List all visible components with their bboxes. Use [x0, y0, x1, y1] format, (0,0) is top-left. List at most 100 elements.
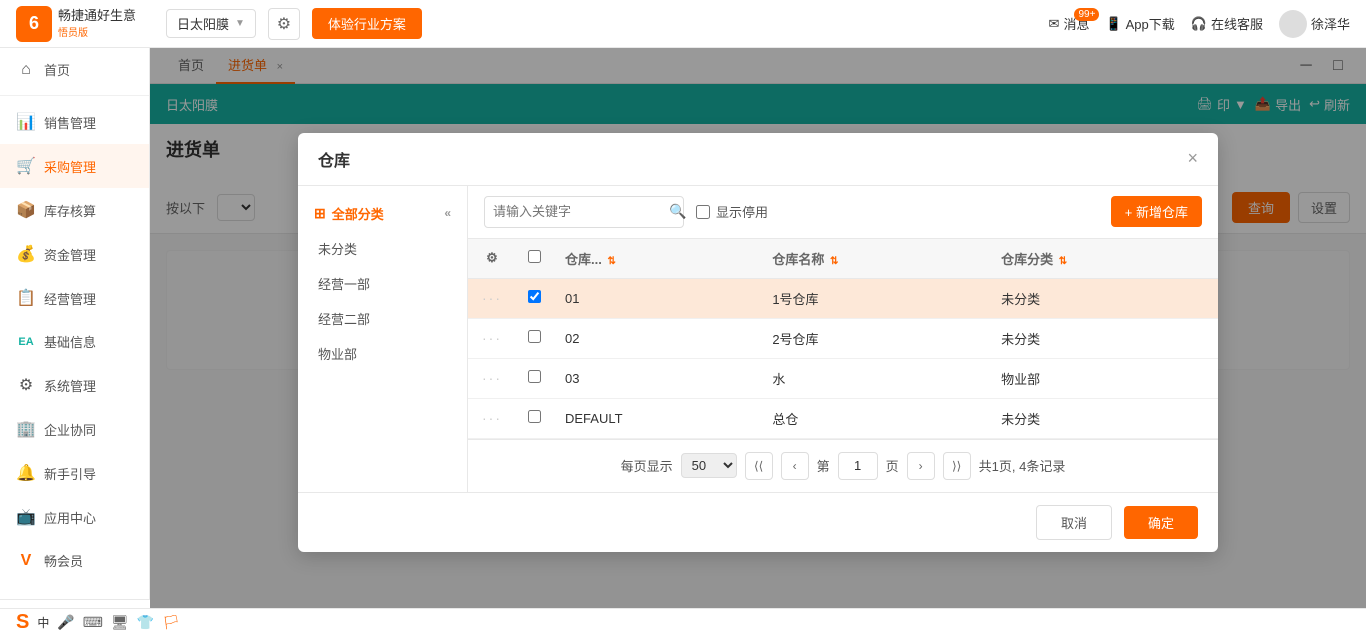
collapse-icon[interactable]: «: [444, 206, 451, 220]
modal-title: 仓库: [318, 147, 350, 171]
page-size-select[interactable]: 50 10 20 100: [681, 453, 737, 478]
table-row[interactable]: ··· 01 1号仓库 未分类: [468, 278, 1218, 318]
sidebar-item-member[interactable]: V 畅会员: [0, 539, 149, 582]
content-area: 首页 进货单 × ─ □ 日太阳膜 🖨 印 ▼ 📤: [150, 48, 1366, 636]
phone-icon: 📱: [1105, 16, 1121, 32]
cancel-button[interactable]: 取消: [1036, 505, 1112, 540]
show-disabled-label: 显示停用: [716, 202, 768, 221]
show-disabled-wrap: 显示停用: [696, 202, 768, 221]
sidebar-label-finance: 资金管理: [44, 245, 96, 264]
sidebar-item-appcenter[interactable]: 📺 应用中心: [0, 495, 149, 539]
sort-code-icon: ⇅: [607, 256, 615, 267]
trial-button[interactable]: 体验行业方案: [312, 8, 422, 39]
sidebar-item-basic[interactable]: EA 基础信息: [0, 320, 149, 363]
sidebar-item-finance[interactable]: 💰 资金管理: [0, 232, 149, 276]
operations-icon: 📋: [16, 288, 36, 308]
enterprise-icon: 🏢: [16, 419, 36, 439]
cat-ops2[interactable]: 经营二部: [298, 301, 467, 336]
first-page-button[interactable]: ⟨⟨: [745, 452, 773, 480]
page-info: 共1页, 4条记录: [979, 456, 1066, 475]
table-row[interactable]: ··· 03 水 物业部: [468, 358, 1218, 398]
search-input[interactable]: [493, 204, 669, 219]
chevron-down-icon: ▼: [235, 18, 245, 29]
td-name: 2号仓库: [760, 318, 989, 358]
main-layout: ⌂ 首页 📊 销售管理 🛒 采购管理 📦 库存核算 💰 资金管理 📋 经营管理 …: [0, 48, 1366, 636]
row-menu-icon[interactable]: ···: [482, 410, 502, 426]
logo-text: 畅捷通好生意: [58, 8, 136, 25]
member-icon: V: [16, 552, 36, 570]
bottom-logo-s: S: [16, 611, 29, 634]
show-disabled-checkbox[interactable]: [696, 205, 710, 219]
td-code: 02: [553, 318, 760, 358]
td-dots: ···: [468, 278, 516, 318]
row-menu-icon[interactable]: ···: [482, 370, 502, 386]
row-checkbox[interactable]: [528, 290, 541, 303]
message-icon: ✉: [1049, 16, 1060, 32]
logo-sub: 悟员版: [58, 24, 136, 39]
page-no-label: 第: [817, 456, 830, 475]
search-icon[interactable]: 🔍: [669, 203, 686, 220]
td-dots: ···: [468, 318, 516, 358]
pagination: 每页显示 50 10 20 100 ⟨⟨ ‹ 第 页: [468, 439, 1218, 492]
row-checkbox[interactable]: [528, 330, 541, 343]
user-menu[interactable]: 徐泽华: [1279, 10, 1350, 38]
th-code: 仓库... ⇅: [553, 239, 760, 279]
system-icon: ⚙: [16, 375, 36, 395]
td-name: 1号仓库: [760, 278, 989, 318]
online-service-button[interactable]: 🎧 在线客服: [1191, 14, 1263, 33]
row-checkbox[interactable]: [528, 370, 541, 383]
td-code: DEFAULT: [553, 398, 760, 438]
newguide-icon: 🔔: [16, 463, 36, 483]
sidebar-label-home: 首页: [44, 60, 70, 79]
table-row[interactable]: ··· DEFAULT 总仓 未分类: [468, 398, 1218, 438]
search-bar: 🔍 显示停用 + 新增仓库: [468, 186, 1218, 239]
next-page-button[interactable]: ›: [907, 452, 935, 480]
all-categories-label: 全部分类: [332, 204, 384, 223]
sidebar-item-enterprise[interactable]: 🏢 企业协同: [0, 407, 149, 451]
shirt-icon: 👕: [137, 614, 154, 631]
sidebar-item-system[interactable]: ⚙ 系统管理: [0, 363, 149, 407]
cat-property[interactable]: 物业部: [298, 336, 467, 371]
sidebar-item-operations[interactable]: 📋 经营管理: [0, 276, 149, 320]
row-menu-icon[interactable]: ···: [482, 330, 502, 346]
modal-close-button[interactable]: ×: [1187, 148, 1198, 169]
sidebar-item-sales[interactable]: 📊 销售管理: [0, 100, 149, 144]
last-page-button[interactable]: ⟩⟩: [943, 452, 971, 480]
all-categories-item[interactable]: ⊞ 全部分类 «: [298, 196, 467, 231]
sidebar-item-home[interactable]: ⌂ 首页: [0, 48, 149, 91]
mic-icon[interactable]: 🎤: [57, 614, 74, 631]
select-all-checkbox[interactable]: [528, 250, 541, 263]
store-selector[interactable]: 日太阳膜 ▼: [166, 9, 256, 38]
th-check: [516, 239, 553, 279]
sidebar-label-operations: 经营管理: [44, 289, 96, 308]
sidebar-label-appcenter: 应用中心: [44, 508, 96, 527]
page-number-input[interactable]: [838, 452, 878, 480]
th-settings: ⚙: [468, 239, 516, 279]
inventory-icon: 📦: [16, 200, 36, 220]
app-download-button[interactable]: 📱 App下载: [1105, 14, 1174, 33]
sidebar-item-newguide[interactable]: 🔔 新手引导: [0, 451, 149, 495]
header-right: ✉ 消息 99+ 📱 App下载 🎧 在线客服 徐泽华: [1049, 10, 1350, 38]
monitor-icon[interactable]: 🖥: [111, 614, 129, 631]
messages-badge: 99+: [1074, 8, 1099, 21]
settings-button[interactable]: ⚙: [268, 8, 300, 40]
sort-category-icon: ⇅: [1059, 256, 1067, 267]
header-center: 日太阳膜 ▼ ⚙ 体验行业方案: [166, 8, 1049, 40]
confirm-button[interactable]: 确定: [1124, 506, 1198, 539]
cat-ops1[interactable]: 经营一部: [298, 266, 467, 301]
row-checkbox[interactable]: [528, 410, 541, 423]
keyboard-icon[interactable]: ⌨: [83, 614, 103, 631]
td-category: 物业部: [989, 358, 1218, 398]
messages-button[interactable]: ✉ 消息 99+: [1049, 14, 1090, 33]
table-row[interactable]: ··· 02 2号仓库 未分类: [468, 318, 1218, 358]
sidebar-item-purchase[interactable]: 🛒 采购管理: [0, 144, 149, 188]
td-category: 未分类: [989, 278, 1218, 318]
prev-page-button[interactable]: ‹: [781, 452, 809, 480]
row-menu-icon[interactable]: ···: [482, 290, 502, 306]
cat-uncategorized[interactable]: 未分类: [298, 231, 467, 266]
sidebar-item-inventory[interactable]: 📦 库存核算: [0, 188, 149, 232]
table-header: ⚙ 仓库... ⇅: [468, 239, 1218, 279]
sidebar-label-sales: 销售管理: [44, 113, 96, 132]
add-warehouse-button[interactable]: + 新增仓库: [1111, 196, 1202, 227]
page-label: 页: [886, 456, 899, 475]
